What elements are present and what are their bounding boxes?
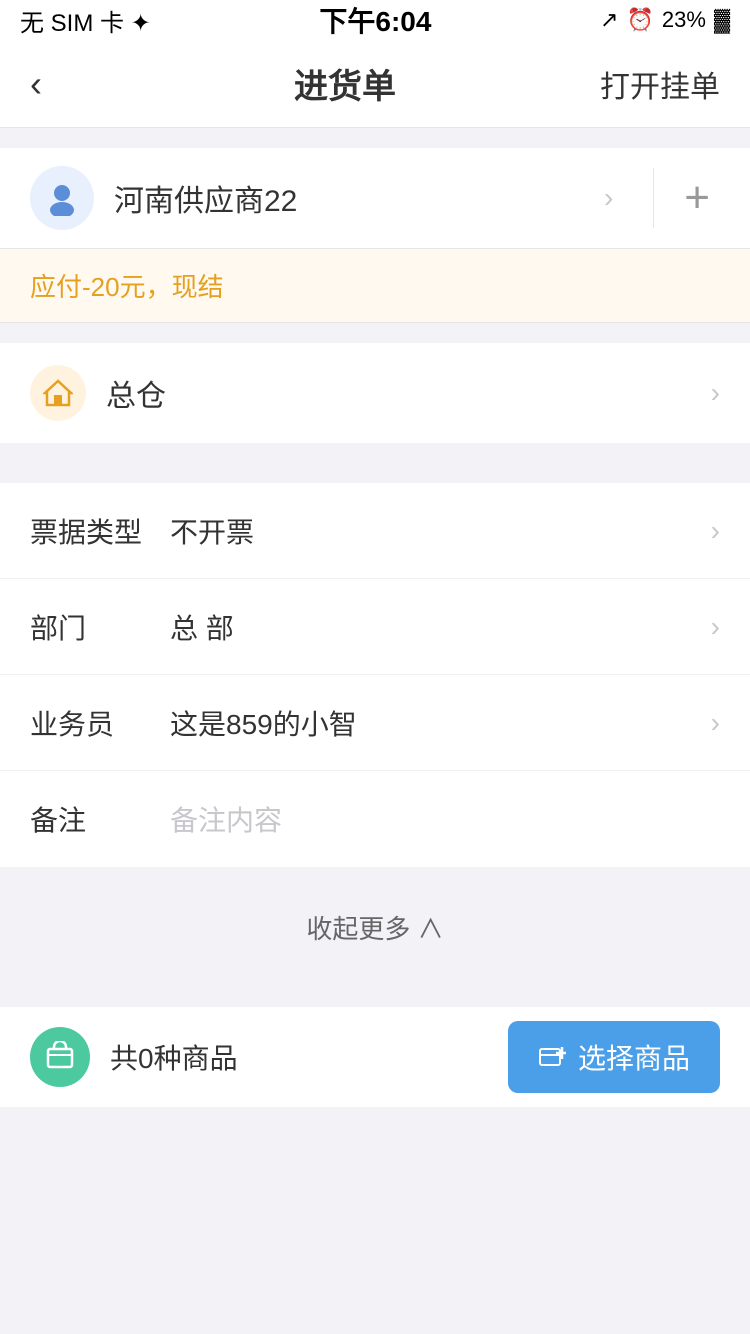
department-value: 总 部	[150, 607, 701, 647]
warehouse-chevron-icon: ›	[711, 377, 720, 409]
department-row[interactable]: 部门 总 部 ›	[0, 579, 750, 675]
gap-3	[0, 443, 750, 463]
supplier-chevron-icon: ›	[604, 182, 613, 214]
remark-row[interactable]: 备注 备注内容	[0, 771, 750, 867]
status-bar: 无 SIM 卡 ✦ 下午6:04 ↗ ⏰ 23% ▓	[0, 0, 750, 40]
product-count: 共0种商品	[110, 1037, 508, 1077]
back-button[interactable]: ‹	[30, 63, 90, 105]
supplier-section: 河南供应商22 › +	[0, 148, 750, 249]
open-pending-button[interactable]: 打开挂单	[600, 62, 720, 106]
collapse-button[interactable]: 收起更多 ∧	[0, 887, 750, 967]
add-supplier-button[interactable]: +	[674, 163, 720, 233]
gap-4	[0, 967, 750, 987]
remark-label: 备注	[30, 799, 150, 839]
invoice-type-chevron-icon: ›	[711, 515, 720, 547]
status-time: 下午6:04	[319, 0, 431, 40]
warehouse-icon	[30, 365, 86, 421]
select-product-button[interactable]: 选择商品	[508, 1021, 720, 1093]
salesperson-chevron-icon: ›	[711, 707, 720, 739]
product-bar: 共0种商品 选择商品	[0, 1007, 750, 1107]
form-section: 票据类型 不开票 › 部门 总 部 › 业务员 这是859的小智 › 备注 备注…	[0, 483, 750, 867]
page-title: 进货单	[294, 59, 396, 108]
gap-1	[0, 128, 750, 148]
invoice-type-row[interactable]: 票据类型 不开票 ›	[0, 483, 750, 579]
warehouse-section[interactable]: 总仓 ›	[0, 343, 750, 443]
home-icon	[43, 379, 73, 407]
warehouse-name: 总仓	[106, 371, 701, 415]
remark-input[interactable]: 备注内容	[150, 799, 720, 839]
cart-icon	[44, 1041, 76, 1073]
salesperson-value: 这是859的小智	[150, 703, 701, 743]
department-chevron-icon: ›	[711, 611, 720, 643]
sim-label: 无 SIM 卡 ✦	[20, 3, 151, 38]
vertical-divider	[653, 168, 654, 228]
select-product-icon	[538, 1045, 566, 1069]
person-icon	[44, 180, 80, 216]
status-right: ↗ ⏰ 23% ▓	[600, 7, 730, 33]
supplier-name: 河南供应商22	[114, 176, 594, 220]
invoice-type-value: 不开票	[150, 511, 701, 551]
product-icon	[30, 1027, 90, 1087]
status-left: 无 SIM 卡 ✦	[20, 3, 151, 38]
gap-2	[0, 323, 750, 343]
department-label: 部门	[30, 607, 150, 647]
salesperson-label: 业务员	[30, 703, 150, 743]
salesperson-row[interactable]: 业务员 这是859的小智 ›	[0, 675, 750, 771]
battery-icon: ▓	[714, 7, 730, 33]
battery-label: 23%	[662, 7, 706, 33]
supplier-row[interactable]: 河南供应商22 ›	[30, 148, 633, 248]
notice-banner: 应付-20元，现结	[0, 249, 750, 323]
select-product-label: 选择商品	[578, 1037, 690, 1077]
supplier-avatar	[30, 166, 94, 230]
alarm-icon: ⏰	[626, 7, 653, 33]
location-icon: ↗	[600, 7, 618, 33]
invoice-type-label: 票据类型	[30, 511, 150, 551]
nav-bar: ‹ 进货单 打开挂单	[0, 40, 750, 128]
